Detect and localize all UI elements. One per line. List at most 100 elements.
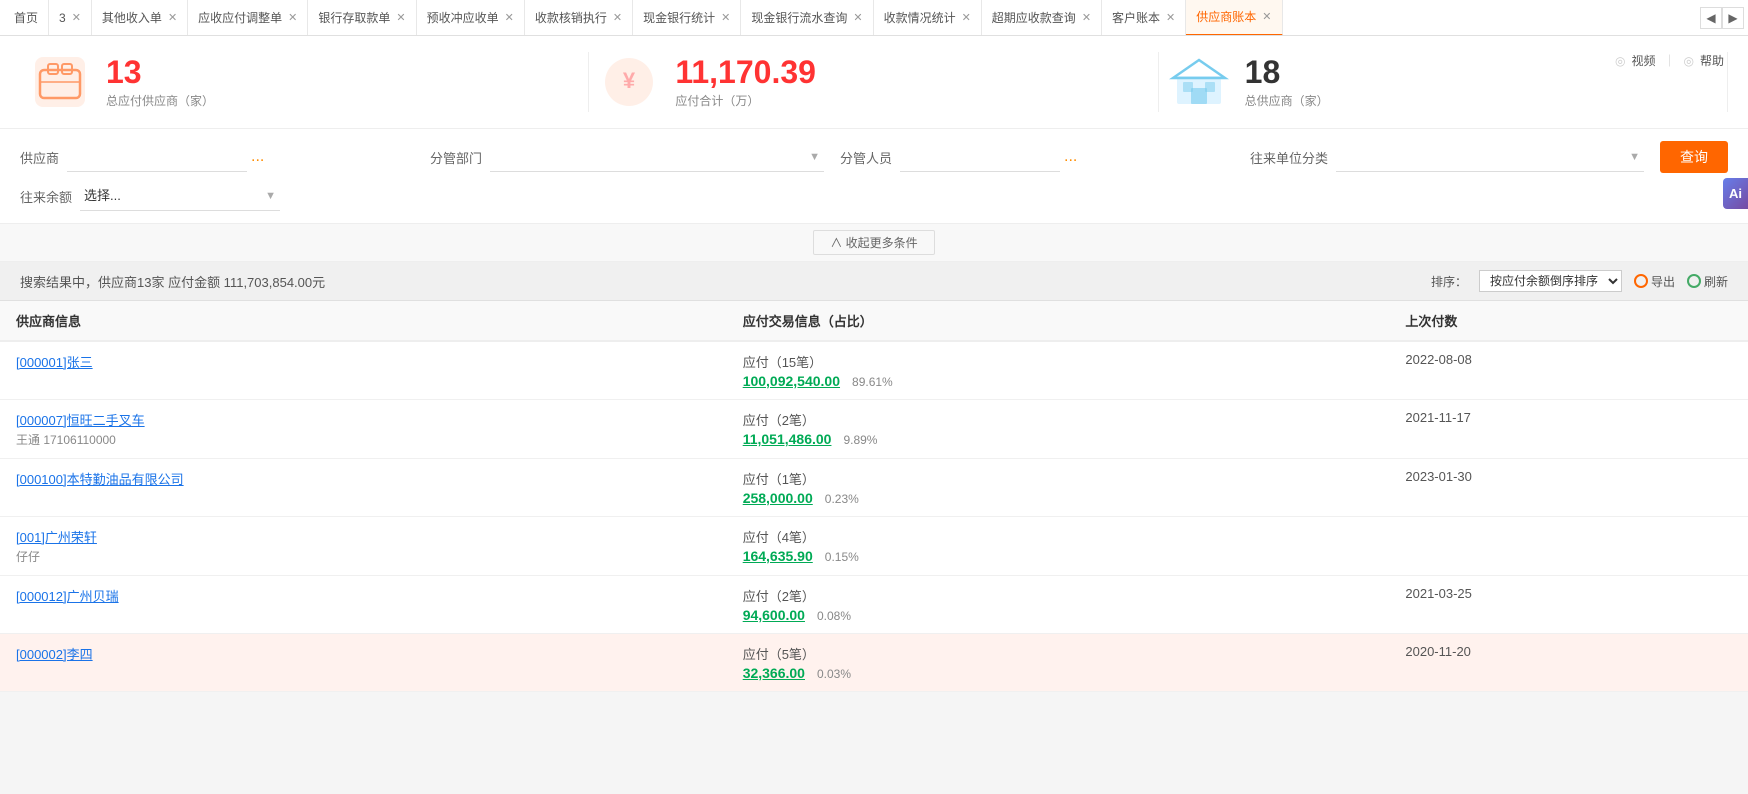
nav-tab-overdue-label: 超期应收款查询	[992, 9, 1076, 26]
pay-info-cell: 应付（2笔）94,600.000.08%	[727, 576, 1390, 634]
nav-tab-recv-stat-close[interactable]: ✕	[962, 11, 971, 24]
total-suppliers-label: 总供应商（家）	[1245, 92, 1329, 109]
nav-tab-recv-stat[interactable]: 收款情况统计 ✕	[874, 0, 982, 36]
nav-tab-bank-close[interactable]: ✕	[396, 11, 405, 24]
pay-amount-value[interactable]: 164,635.90	[743, 548, 813, 564]
nav-tab-cash-flow-close[interactable]: ✕	[853, 11, 862, 24]
supplier-filter: 供应商 ...	[20, 142, 414, 172]
balance-label: 往来余额	[20, 187, 72, 206]
supplier-link[interactable]: [000002]李四	[16, 647, 93, 662]
nav-tab-cash-flow[interactable]: 现金银行流水查询 ✕	[741, 0, 873, 36]
supplier-table: 供应商信息 应付交易信息（占比） 上次付数 [000001]张三应付（15笔）1…	[0, 301, 1748, 692]
nav-tab-cash-stat[interactable]: 现金银行统计 ✕	[633, 0, 741, 36]
video-link[interactable]: 视频	[1631, 52, 1655, 69]
supplier-input[interactable]	[67, 142, 247, 172]
store-icon	[1169, 52, 1229, 112]
pay-count-label: 应付（5笔）	[743, 644, 1374, 663]
help-link[interactable]: 帮助	[1700, 52, 1724, 69]
nav-tab-cash-stat-close[interactable]: ✕	[721, 11, 730, 24]
nav-prev-button[interactable]: ◀	[1700, 7, 1722, 29]
nav-tab-prepay-close[interactable]: ✕	[505, 11, 514, 24]
nav-tab-other-income-close[interactable]: ✕	[168, 11, 177, 24]
dept-label: 分管部门	[430, 148, 482, 167]
supplier-link[interactable]: [000007]恒旺二手叉车	[16, 413, 145, 428]
pay-info-cell: 应付（5笔）32,366.000.03%	[727, 634, 1390, 692]
supplier-sub-info: 仔仔	[16, 548, 711, 565]
last-pay-cell: 2021-11-17	[1389, 400, 1748, 459]
nav-tab-3-label: 3	[59, 11, 66, 25]
pay-percent-value: 9.89%	[843, 433, 877, 447]
total-payable-amount-label: 应付合计（万）	[675, 92, 816, 109]
col-header-supplier: 供应商信息	[0, 301, 727, 341]
nav-tab-home-label: 首页	[14, 9, 38, 26]
nav-tab-supplier-book[interactable]: 供应商账本 ✕	[1186, 0, 1282, 36]
last-pay-cell: 2022-08-08	[1389, 341, 1748, 400]
last-pay-cell: 2021-03-25	[1389, 576, 1748, 634]
refresh-action[interactable]: 刷新	[1687, 273, 1728, 290]
nav-tab-adjust-label: 应收应付调整单	[198, 9, 282, 26]
nav-tab-supplier-book-close[interactable]: ✕	[1262, 10, 1271, 23]
sort-select[interactable]: 按应付余额倒序排序	[1479, 270, 1622, 292]
supplier-link[interactable]: [000012]广州贝瑞	[16, 589, 119, 604]
nav-tab-overdue-close[interactable]: ✕	[1082, 11, 1091, 24]
pay-percent-value: 0.23%	[825, 492, 859, 506]
dept-select[interactable]	[490, 142, 824, 172]
person-label: 分管人员	[840, 148, 892, 167]
nav-tab-adjust[interactable]: 应收应付调整单 ✕	[188, 0, 308, 36]
nav-tab-prepay[interactable]: 预收冲应收单 ✕	[417, 0, 525, 36]
nav-tab-verify-close[interactable]: ✕	[613, 11, 622, 24]
nav-next-button[interactable]: ▶	[1722, 7, 1744, 29]
table-header: 供应商信息 应付交易信息（占比） 上次付数	[0, 301, 1748, 341]
pay-amount-value[interactable]: 11,051,486.00	[743, 431, 832, 447]
nav-tab-3[interactable]: 3 ✕	[49, 0, 92, 36]
last-pay-date: 2022-08-08	[1405, 352, 1472, 367]
nav-tab-other-income[interactable]: 其他收入单 ✕	[92, 0, 188, 36]
nav-tab-verify[interactable]: 收款核销执行 ✕	[525, 0, 633, 36]
pay-amount-value[interactable]: 32,366.00	[743, 665, 805, 681]
category-filter: 往来单位分类 ▼	[1250, 142, 1644, 172]
pay-percent-value: 89.61%	[852, 375, 893, 389]
total-payable-suppliers-label: 总应付供应商（家）	[106, 92, 214, 109]
pay-amount-value[interactable]: 94,600.00	[743, 607, 805, 623]
summary-card-suppliers: 13 总应付供应商（家）	[20, 52, 589, 112]
supplier-dots-button[interactable]: ...	[251, 148, 264, 166]
category-select[interactable]	[1336, 142, 1644, 172]
table-row: [000001]张三应付（15笔）100,092,540.0089.61%202…	[0, 341, 1748, 400]
nav-tab-cash-stat-label: 现金银行统计	[643, 9, 715, 26]
nav-tab-home[interactable]: 首页	[4, 0, 49, 36]
nav-tab-customer-book-close[interactable]: ✕	[1166, 11, 1175, 24]
nav-tab-bank[interactable]: 银行存取款单 ✕	[308, 0, 416, 36]
export-action[interactable]: 导出	[1634, 273, 1675, 290]
balance-select[interactable]: 选择...	[80, 181, 280, 211]
pay-percent-value: 0.08%	[817, 609, 851, 623]
supplier-link[interactable]: [000001]张三	[16, 355, 93, 370]
nav-tab-recv-stat-label: 收款情况统计	[884, 9, 956, 26]
supplier-link[interactable]: [001]广州荣轩	[16, 530, 97, 545]
amount-icon: ¥	[599, 52, 659, 112]
nav-arrows: ◀ ▶	[1700, 7, 1744, 29]
nav-tab-customer-book[interactable]: 客户账本 ✕	[1102, 0, 1186, 36]
svg-text:¥: ¥	[623, 68, 636, 93]
person-input[interactable]	[900, 142, 1060, 172]
nav-tab-overdue[interactable]: 超期应收款查询 ✕	[982, 0, 1102, 36]
pay-amount-value[interactable]: 258,000.00	[743, 490, 813, 506]
supplier-sub-info: 王通 17106110000	[16, 431, 711, 448]
supplier-info-cell: [000002]李四	[0, 634, 727, 692]
category-select-wrapper: ▼	[1336, 142, 1644, 172]
collapse-button[interactable]: ∧ 收起更多条件	[813, 230, 934, 255]
person-dots-button[interactable]: ...	[1064, 148, 1077, 166]
refresh-label: 刷新	[1704, 273, 1728, 290]
results-actions: 排序： 按应付余额倒序排序 导出 刷新	[1431, 270, 1728, 292]
nav-tab-other-income-label: 其他收入单	[102, 9, 162, 26]
nav-tab-3-close[interactable]: ✕	[72, 11, 81, 24]
table-row: [000012]广州贝瑞应付（2笔）94,600.000.08%2021-03-…	[0, 576, 1748, 634]
supplier-info-cell: [001]广州荣轩仔仔	[0, 517, 727, 576]
supplier-link[interactable]: [000100]本特勤油品有限公司	[16, 472, 184, 487]
pay-amount-value[interactable]: 100,092,540.00	[743, 373, 840, 389]
table-row: [000100]本特勤油品有限公司应付（1笔）258,000.000.23%20…	[0, 459, 1748, 517]
nav-tab-cash-flow-label: 现金银行流水查询	[751, 9, 847, 26]
circle-icon: ◎	[1615, 54, 1625, 68]
query-button[interactable]: 查询	[1660, 141, 1728, 173]
nav-tab-adjust-close[interactable]: ✕	[288, 11, 297, 24]
ai-badge[interactable]: Ai	[1723, 178, 1748, 209]
